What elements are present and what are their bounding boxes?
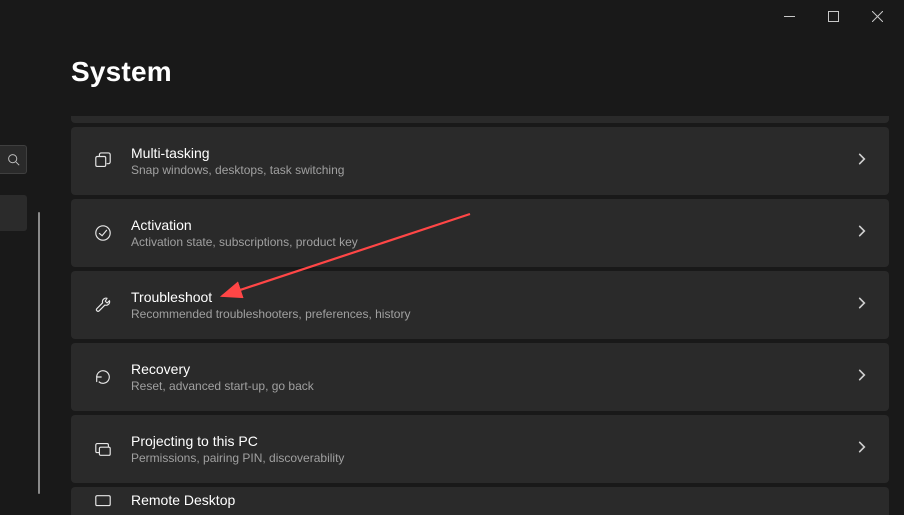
chevron-right-icon <box>855 368 869 387</box>
chevron-right-icon <box>855 296 869 315</box>
item-title: Remote Desktop <box>131 492 869 508</box>
sidebar-strip <box>0 0 27 512</box>
item-subtitle: Reset, advanced start-up, go back <box>131 379 855 393</box>
item-title: Multi-tasking <box>131 145 855 161</box>
troubleshoot-icon <box>93 295 113 315</box>
item-activation[interactable]: Activation Activation state, subscriptio… <box>71 199 889 267</box>
labels: Activation Activation state, subscriptio… <box>131 217 855 249</box>
settings-list: Multi-tasking Snap windows, desktops, ta… <box>71 116 889 515</box>
activation-icon <box>93 223 113 243</box>
item-subtitle: Snap windows, desktops, task switching <box>131 163 855 177</box>
item-projecting[interactable]: Projecting to this PC Permissions, pairi… <box>71 415 889 483</box>
item-title: Projecting to this PC <box>131 433 855 449</box>
projecting-icon <box>93 439 113 459</box>
chevron-right-icon <box>855 152 869 171</box>
item-subtitle: Recommended troubleshooters, preferences… <box>131 307 855 321</box>
scroll-indicator[interactable] <box>38 212 40 494</box>
content-area: System Multi-tasking Snap windows, deskt… <box>38 0 902 512</box>
search-icon <box>7 153 20 166</box>
item-subtitle: Activation state, subscriptions, product… <box>131 235 855 249</box>
sidebar-active-item[interactable] <box>0 195 27 231</box>
item-title: Activation <box>131 217 855 233</box>
chevron-right-icon <box>855 224 869 243</box>
labels: Troubleshoot Recommended troubleshooters… <box>131 289 855 321</box>
previous-item-sliver <box>71 116 889 123</box>
search-button[interactable] <box>0 145 27 174</box>
item-title: Troubleshoot <box>131 289 855 305</box>
chevron-right-icon <box>855 440 869 459</box>
item-remote-desktop[interactable]: Remote Desktop <box>71 487 889 515</box>
labels: Projecting to this PC Permissions, pairi… <box>131 433 855 465</box>
item-multitasking[interactable]: Multi-tasking Snap windows, desktops, ta… <box>71 127 889 195</box>
item-recovery[interactable]: Recovery Reset, advanced start-up, go ba… <box>71 343 889 411</box>
page-title: System <box>71 56 902 88</box>
item-troubleshoot[interactable]: Troubleshoot Recommended troubleshooters… <box>71 271 889 339</box>
remote-desktop-icon <box>93 492 113 512</box>
labels: Recovery Reset, advanced start-up, go ba… <box>131 361 855 393</box>
multitasking-icon <box>93 151 113 171</box>
labels: Multi-tasking Snap windows, desktops, ta… <box>131 145 855 177</box>
labels: Remote Desktop <box>131 492 869 508</box>
item-subtitle: Permissions, pairing PIN, discoverabilit… <box>131 451 855 465</box>
recovery-icon <box>93 367 113 387</box>
item-title: Recovery <box>131 361 855 377</box>
